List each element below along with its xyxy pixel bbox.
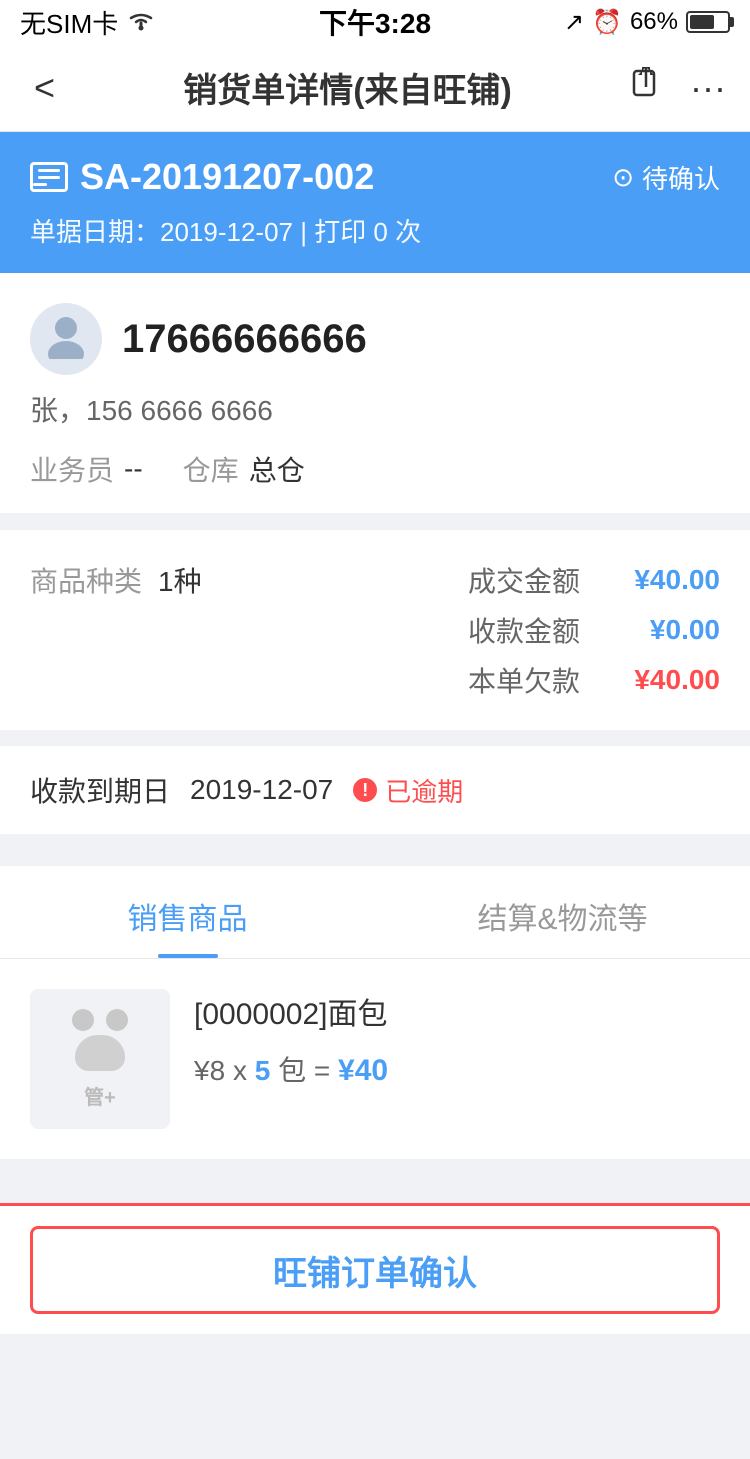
multiply-sign: x [233,1055,255,1086]
more-icon[interactable]: ··· [690,67,726,109]
due-date-label: 收款到期日 [30,770,170,810]
warehouse-value: 总仓 [249,449,305,489]
tab-settlement[interactable]: 结算&物流等 [375,866,750,958]
product-type-label: 商品种类 [30,560,142,600]
nav-actions: ··· [630,65,726,110]
order-header: SA-20191207-002 ⊙ 待确认 单据日期：2019-12-07 | … [0,132,750,273]
salesperson-value: -- [124,453,143,485]
equals-sign: = [314,1055,338,1086]
due-date-section: 收款到期日 2019-12-07 ! 已逾期 [0,746,750,834]
product-qty: 5 [255,1055,271,1086]
overdue-text: 已逾期 [385,772,463,809]
customer-name: 张，156 6666 6666 [30,389,720,429]
customer-row: 17666666666 [30,303,720,375]
status-bar: 无SIM卡 下午3:28 ↗ ⏰ 66% [0,0,750,44]
product-type-value: 1种 [158,560,202,600]
product-item: 管+ [0000002]面包 ¥8 x 5 包 = ¥40 [30,989,720,1129]
order-doc-icon [30,162,68,192]
owl-eyes [72,1009,128,1031]
order-date: 单据日期：2019-12-07 | 打印 0 次 [30,212,720,249]
product-unit-price: ¥8 [194,1055,225,1086]
overdue-badge: ! 已逾期 [353,772,463,809]
owed-amount-value: ¥40.00 [600,664,720,696]
status-right: ↗ ⏰ 66% [564,8,730,37]
deal-amount-row: 成交金额 ¥40.00 [468,560,720,600]
confirm-button-wrapper: 旺铺订单确认 [0,1203,750,1334]
owl-eye-left [72,1009,94,1031]
tab-sales-products[interactable]: 销售商品 [0,866,375,958]
clock-icon: ⊙ [612,162,634,193]
battery-icon [686,11,730,33]
product-info: [0000002]面包 ¥8 x 5 包 = ¥40 [194,989,720,1089]
nav-bar: < 销货单详情(来自旺铺) ··· [0,44,750,132]
alarm-icon: ⏰ [592,8,622,37]
owed-amount-row: 本单欠款 ¥40.00 [468,660,720,700]
divider-1 [0,514,750,530]
status-text: 待确认 [642,159,720,196]
product-price: ¥8 x 5 包 = ¥40 [194,1049,720,1089]
order-status: ⊙ 待确认 [612,159,720,196]
summary-left: 商品种类 1种 [30,560,202,600]
received-amount-label: 收款金额 [468,610,580,650]
customer-meta: 业务员 -- 仓库 总仓 [30,449,720,489]
status-time: 下午3:28 [319,2,431,42]
warehouse-label: 仓库 [183,449,239,489]
due-date-value: 2019-12-07 [190,774,333,806]
warehouse-item: 仓库 总仓 [183,449,305,489]
tabs-section: 销售商品 结算&物流等 [0,866,750,959]
order-id: SA-20191207-002 [30,156,374,198]
divider-3 [0,850,750,866]
product-thumbnail: 管+ [30,989,170,1129]
received-amount-value: ¥0.00 [600,614,720,646]
salesperson-item: 业务员 -- [30,449,143,489]
deal-amount-value: ¥40.00 [600,564,720,596]
summary-right: 成交金额 ¥40.00 收款金额 ¥0.00 本单欠款 ¥40.00 [468,560,720,700]
confirm-order-button[interactable]: 旺铺订单确认 [30,1226,720,1314]
owed-amount-label: 本单欠款 [468,660,580,700]
summary-section: 商品种类 1种 成交金额 ¥40.00 收款金额 ¥0.00 本单欠款 ¥40.… [0,530,750,730]
product-name: [0000002]面包 [194,989,720,1033]
deal-amount-label: 成交金额 [468,560,580,600]
tabs-row: 销售商品 结算&物流等 [0,866,750,959]
page-title: 销货单详情(来自旺铺) [183,63,512,112]
customer-section: 17666666666 张，156 6666 6666 业务员 -- 仓库 总仓 [0,273,750,514]
customer-phone: 17666666666 [122,317,367,362]
owl-logo-icon: 管+ [72,1009,128,1110]
battery-percent: 66% [630,8,678,36]
salesperson-label: 业务员 [30,449,114,489]
divider-2 [0,730,750,746]
product-total: ¥40 [338,1054,388,1087]
product-section: 管+ [0000002]面包 ¥8 x 5 包 = ¥40 [0,959,750,1159]
avatar [30,303,102,375]
location-icon: ↗ [564,8,584,37]
overdue-exclamation-icon: ! [353,778,377,802]
share-icon[interactable] [630,65,666,110]
carrier-text: 无SIM卡 [20,4,118,41]
back-button[interactable]: < [24,57,65,119]
owl-body [75,1035,125,1071]
owl-eye-right [106,1009,128,1031]
received-amount-row: 收款金额 ¥0.00 [468,610,720,650]
status-left: 无SIM卡 [20,4,156,41]
order-header-top: SA-20191207-002 ⊙ 待确认 [30,156,720,198]
owl-brand-label: 管+ [84,1081,116,1110]
wifi-icon [126,7,156,38]
product-unit: 包 [278,1055,306,1086]
avatar-icon [41,309,91,369]
